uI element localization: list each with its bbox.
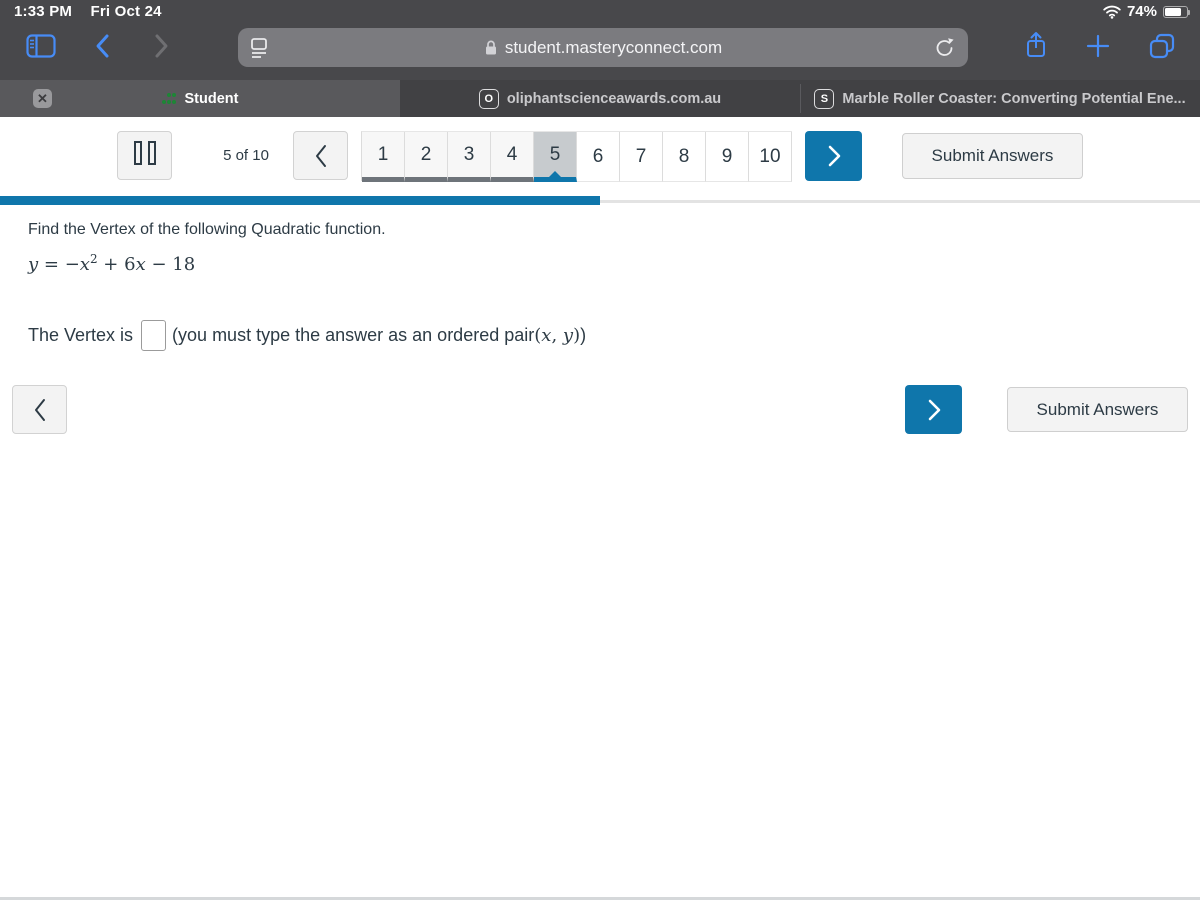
reload-button[interactable] [934, 36, 956, 65]
next-question-button-bottom[interactable] [905, 385, 962, 434]
pause-button[interactable] [117, 131, 172, 180]
masteryconnect-favicon [161, 92, 177, 105]
share-icon [1027, 32, 1045, 57]
safari-toolbar: student.masteryconnect.com [0, 24, 1200, 80]
quiz-progress-bar [0, 196, 1200, 205]
current-question-notch [549, 171, 561, 177]
chevron-left-icon [34, 398, 45, 421]
tab-favicon-o: O [478, 88, 499, 109]
ordered-pair-math: (x, y) [534, 325, 581, 346]
question-tab-8[interactable]: 8 [663, 132, 706, 182]
question-tab-1[interactable]: 1 [362, 132, 405, 182]
question-tab-10[interactable]: 10 [749, 132, 792, 182]
question-tab-9[interactable]: 9 [706, 132, 749, 182]
previous-question-button-top[interactable] [293, 131, 348, 180]
chevron-left-icon [315, 144, 326, 167]
url-text: student.masteryconnect.com [504, 37, 723, 57]
tab-bar: ✕ Student O oliphantscienceawards.com.au… [0, 80, 1200, 117]
answer-suffix-text: (you must type the answer as an ordered … [172, 325, 535, 345]
tab-title: oliphantscienceawards.com.au [506, 90, 722, 107]
question-pager-label: 5 of 10 [223, 147, 269, 164]
tab-marble-roller-coaster[interactable]: S Marble Roller Coaster: Converting Pote… [800, 80, 1200, 117]
question-prompt: Find the Vertex of the following Quadrat… [28, 221, 386, 238]
battery-nub [1188, 10, 1190, 15]
question-tab-2[interactable]: 2 [405, 132, 448, 182]
sidebar-icon [26, 33, 56, 58]
chevron-right-icon [928, 399, 940, 420]
status-bar: 1:33 PM Fri Oct 24 74% [0, 0, 1200, 24]
answer-suffix-close: ) [580, 325, 587, 345]
status-time-date: 1:33 PM Fri Oct 24 [14, 3, 162, 20]
submit-answers-button-bottom[interactable]: Submit Answers [1007, 387, 1188, 432]
pause-icon [133, 141, 156, 170]
status-time: 1:33 PM [14, 3, 73, 20]
question-tab-5-current[interactable]: 5 [534, 132, 577, 182]
question-tab-3[interactable]: 3 [448, 132, 491, 182]
new-tab-button[interactable] [1078, 24, 1118, 68]
answer-line: The Vertex is (you must type the answer … [28, 320, 586, 351]
submit-answers-button-top[interactable]: Submit Answers [902, 133, 1083, 179]
wifi-icon [1103, 5, 1121, 19]
status-date: Fri Oct 24 [90, 3, 162, 20]
tab-oliphant[interactable]: O oliphantscienceawards.com.au [400, 80, 800, 117]
page-settings-button[interactable] [247, 35, 271, 66]
share-button[interactable] [1015, 24, 1057, 68]
vertex-answer-input[interactable] [141, 320, 167, 351]
sidebar-toggle-button[interactable] [20, 24, 62, 68]
question-tab-6[interactable]: 6 [577, 132, 620, 182]
reader-icon [251, 38, 267, 58]
browser-back-button[interactable] [82, 24, 122, 68]
chevron-right-icon [828, 145, 840, 167]
browser-chrome: 1:33 PM Fri Oct 24 74% student.masteryco… [0, 0, 1200, 80]
tab-title: Student [184, 90, 239, 107]
tabs-icon [1149, 33, 1175, 59]
battery-percent-label: 74% [1126, 3, 1157, 20]
previous-question-button-bottom[interactable] [12, 385, 67, 434]
lock-icon [485, 40, 496, 55]
tab-close-button[interactable]: ✕ [33, 89, 52, 108]
status-indicators: 74% [1103, 3, 1190, 20]
progress-fill [0, 196, 600, 205]
tab-overview-button[interactable] [1140, 24, 1184, 68]
forward-chevron-icon [155, 34, 168, 58]
plus-icon [1086, 34, 1110, 58]
question-number-strip: 1 2 3 4 5 6 7 8 9 10 [361, 131, 792, 182]
tab-favicon-s: S [814, 88, 835, 109]
quadratic-formula: y = −x2 + 6x − 18 [28, 252, 196, 275]
address-bar[interactable]: student.masteryconnect.com [238, 28, 968, 67]
tab-divider [800, 84, 801, 113]
battery-fill [1165, 7, 1181, 16]
browser-forward-button[interactable] [142, 24, 182, 68]
tab-student[interactable]: ✕ Student [0, 80, 400, 117]
battery-icon [1163, 5, 1190, 18]
question-tab-4[interactable]: 4 [491, 132, 534, 182]
question-tab-7[interactable]: 7 [620, 132, 663, 182]
tab-title: Marble Roller Coaster: Converting Potent… [842, 90, 1186, 107]
reload-icon [936, 38, 954, 56]
back-chevron-icon [96, 34, 109, 58]
answer-prefix: The Vertex is [28, 325, 134, 345]
next-question-button-top[interactable] [805, 131, 862, 181]
